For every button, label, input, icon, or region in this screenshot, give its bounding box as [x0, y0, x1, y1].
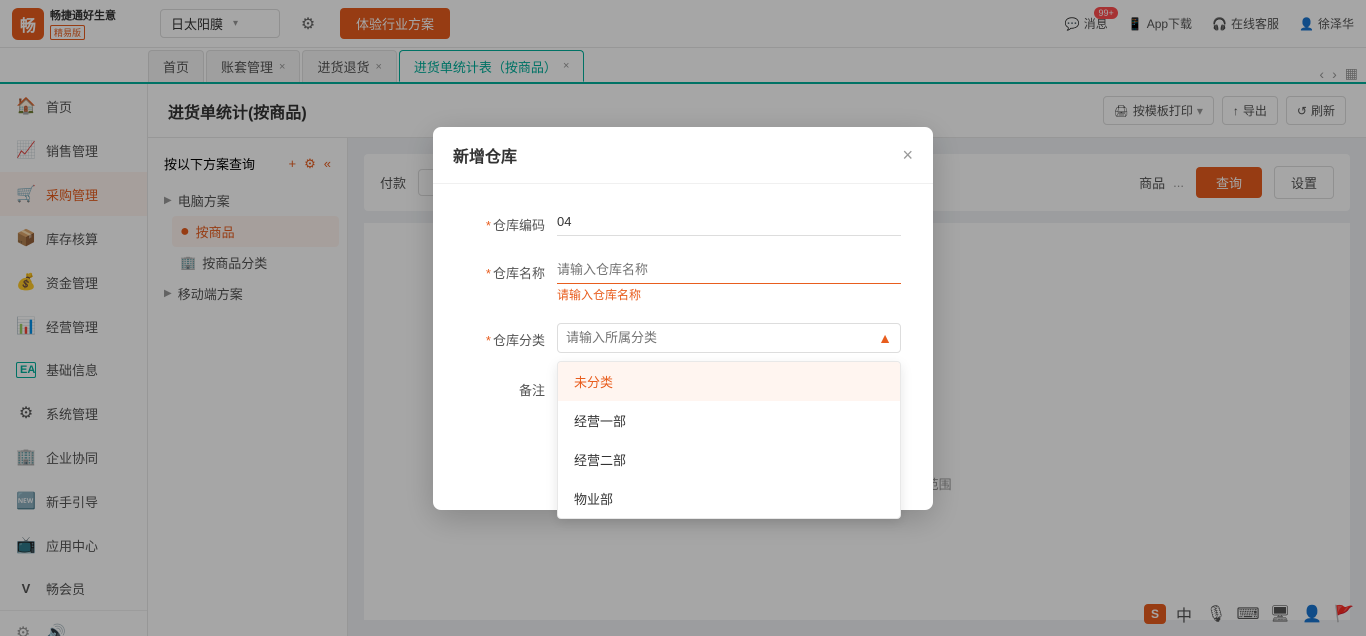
dropdown-item-dept2[interactable]: 经营二部 [558, 440, 900, 479]
code-label: 仓库编码 [465, 208, 545, 234]
modal-title: 新增仓库 [453, 143, 517, 167]
name-input[interactable] [557, 256, 901, 284]
category-dropdown: 未分类 经营一部 经营二部 物业部 [557, 361, 901, 519]
category-arrow-icon[interactable]: ▲ [878, 330, 892, 346]
code-input[interactable] [557, 208, 901, 236]
dropdown-item-property[interactable]: 物业部 [558, 479, 900, 518]
category-input-row: ▲ [557, 323, 901, 353]
category-field-row: 仓库分类 ▲ 未分类 经营一部 经营二部 物业部 [465, 323, 901, 353]
dropdown-item-dept1[interactable]: 经营一部 [558, 401, 900, 440]
name-label: 仓库名称 [465, 256, 545, 282]
modal-close-button[interactable]: × [902, 146, 913, 164]
new-warehouse-modal: 新增仓库 × 仓库编码 仓库名称 请输入仓库名称 仓库分类 [433, 127, 933, 510]
name-error-hint: 请输入仓库名称 [557, 286, 901, 303]
name-input-wrapper: 请输入仓库名称 [557, 256, 901, 303]
notes-label: 备注 [465, 373, 545, 399]
category-input-wrapper: ▲ 未分类 经营一部 经营二部 物业部 [557, 323, 901, 353]
category-input[interactable] [566, 330, 878, 345]
modal-header: 新增仓库 × [433, 127, 933, 184]
modal-body: 仓库编码 仓库名称 请输入仓库名称 仓库分类 ▲ [433, 184, 933, 445]
dropdown-item-uncategorized[interactable]: 未分类 [558, 362, 900, 401]
code-input-wrapper [557, 208, 901, 236]
code-field-row: 仓库编码 [465, 208, 901, 236]
modal-overlay[interactable]: 新增仓库 × 仓库编码 仓库名称 请输入仓库名称 仓库分类 [0, 0, 1366, 636]
name-field-row: 仓库名称 请输入仓库名称 [465, 256, 901, 303]
category-label: 仓库分类 [465, 323, 545, 349]
